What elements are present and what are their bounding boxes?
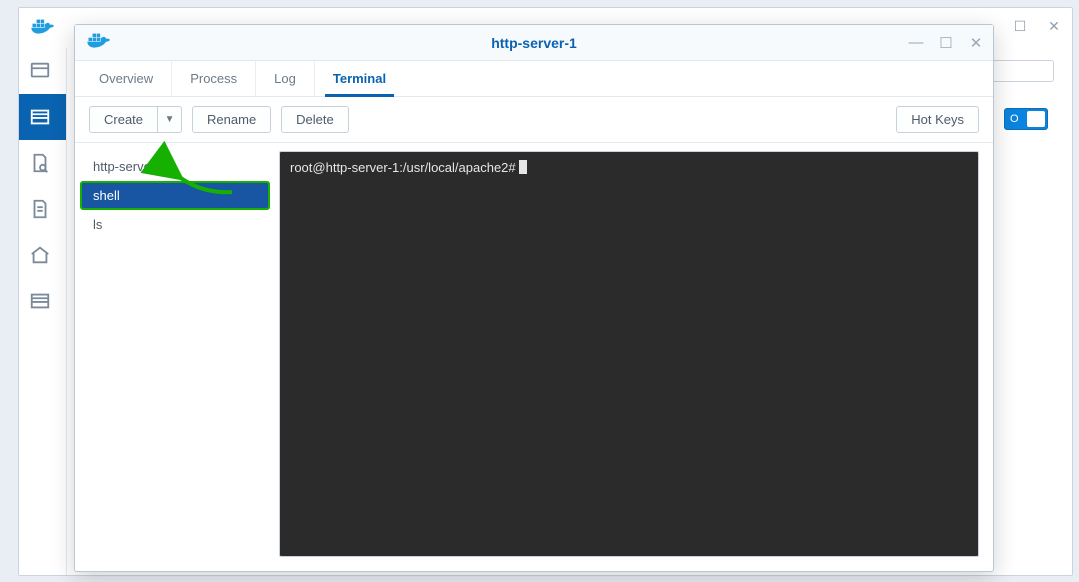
toggle-label: O xyxy=(1010,113,1019,125)
maximize-icon[interactable]: ☐ xyxy=(937,33,955,53)
sidebar-item-container[interactable]: C xyxy=(19,94,66,140)
container-detail-window: http-server-1 — ☐ ✕ Overview Process Log… xyxy=(74,24,994,572)
session-item-ls[interactable]: ls xyxy=(81,211,269,238)
create-dropdown-button[interactable]: ▼ xyxy=(158,106,182,133)
terminal-output[interactable]: root@http-server-1:/usr/local/apache2# xyxy=(279,151,979,557)
sidebar-item-overview[interactable]: C xyxy=(19,48,66,94)
toggle-knob xyxy=(1027,111,1045,127)
docker-whale-icon xyxy=(85,29,113,56)
tab-bar: Overview Process Log Terminal xyxy=(75,61,993,97)
tab-overview[interactable]: Overview xyxy=(81,61,172,96)
modal-title: http-server-1 xyxy=(75,35,993,51)
close-icon[interactable]: ✕ xyxy=(967,33,985,53)
hotkeys-button[interactable]: Hot Keys xyxy=(896,106,979,133)
docker-whale-icon xyxy=(29,15,57,42)
modal-titlebar[interactable]: http-server-1 — ☐ ✕ xyxy=(75,25,993,61)
bg-close-icon[interactable]: ✕ xyxy=(1042,16,1066,36)
sidebar-item-network[interactable]: N xyxy=(19,232,66,278)
terminal-prompt: root@http-server-1:/usr/local/apache2# xyxy=(290,160,516,175)
bg-maximize-icon[interactable]: ☐ xyxy=(1008,16,1032,36)
sidebar-item-image[interactable]: I xyxy=(19,186,66,232)
tab-terminal[interactable]: Terminal xyxy=(315,61,404,96)
rename-button[interactable]: Rename xyxy=(192,106,271,133)
terminal-cursor xyxy=(519,160,527,174)
background-toggle[interactable]: O xyxy=(1004,108,1048,130)
background-search-input[interactable] xyxy=(984,60,1054,82)
delete-button[interactable]: Delete xyxy=(281,106,349,133)
session-item-http-server-1[interactable]: http-server-1 xyxy=(81,153,269,180)
background-sidebar: C C F I N L xyxy=(19,48,67,575)
terminal-session-list: http-server-1 shell ls xyxy=(75,143,275,571)
create-button[interactable]: Create xyxy=(89,106,158,133)
terminal-toolbar: Create ▼ Rename Delete Hot Keys xyxy=(75,97,993,143)
tab-log[interactable]: Log xyxy=(256,61,315,96)
minimize-icon[interactable]: — xyxy=(907,33,925,53)
sidebar-item-registry[interactable]: F xyxy=(19,140,66,186)
sidebar-item-log[interactable]: L xyxy=(19,278,66,324)
create-split-button: Create ▼ xyxy=(89,106,182,133)
session-item-shell[interactable]: shell xyxy=(81,182,269,209)
tab-process[interactable]: Process xyxy=(172,61,256,96)
